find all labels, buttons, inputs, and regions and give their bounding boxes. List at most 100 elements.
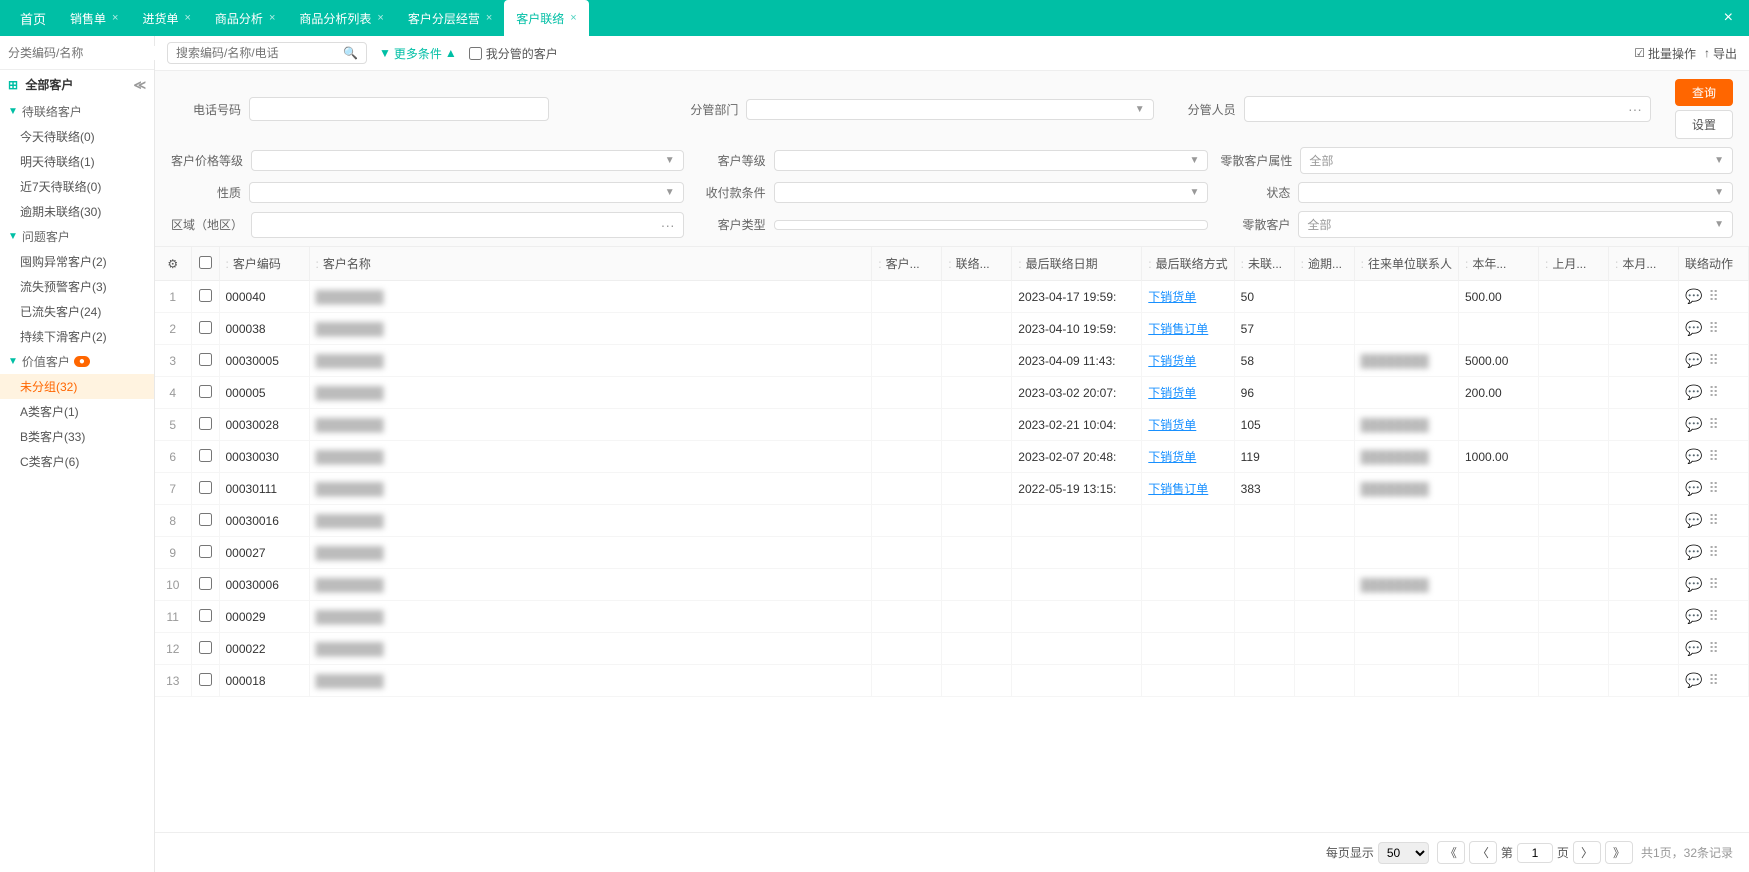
sidebar-collapse-btn[interactable]: ≪ (133, 78, 146, 92)
row-checkbox[interactable] (199, 385, 212, 398)
chat-icon[interactable]: 💬 (1685, 352, 1702, 369)
chat-icon[interactable]: 💬 (1685, 480, 1702, 497)
close-segmentation-tab[interactable]: × (486, 12, 492, 24)
sidebar-item-today[interactable]: 今天待联络(0) (0, 124, 154, 149)
cell-last-method[interactable] (1142, 537, 1234, 569)
sidebar-all-customers[interactable]: ⊞ 全部客户 ≪ (0, 70, 154, 99)
row-checkbox[interactable] (199, 609, 212, 622)
my-customers-checkbox[interactable] (469, 47, 482, 60)
cell-last-method[interactable] (1142, 505, 1234, 537)
cell-last-method[interactable]: 下销货单 (1142, 377, 1234, 409)
main-search-icon[interactable]: 🔍 (343, 46, 358, 60)
nav-tab-purchase[interactable]: 进货单 × (130, 0, 202, 36)
apps-icon[interactable]: ⠿ (1708, 480, 1718, 497)
th-code[interactable]: :客户编码 (219, 247, 309, 281)
th-action[interactable]: 联络动作 (1679, 247, 1749, 281)
th-type[interactable]: :客户... (872, 247, 942, 281)
th-this-month[interactable]: :本月... (1609, 247, 1679, 281)
sidebar-search-input[interactable] (8, 46, 163, 60)
cell-check[interactable] (191, 569, 219, 601)
reset-button[interactable]: 设置 (1675, 110, 1733, 139)
customer-level-select[interactable]: ▼ (774, 150, 1209, 171)
chat-icon[interactable]: 💬 (1685, 288, 1702, 305)
cell-check[interactable] (191, 377, 219, 409)
chat-icon[interactable]: 💬 (1685, 416, 1702, 433)
sidebar-item-ungrouped[interactable]: 未分组(32) (0, 374, 154, 399)
cell-last-method[interactable] (1142, 665, 1234, 697)
row-checkbox[interactable] (199, 545, 212, 558)
sidebar-section-value[interactable]: ▼ 价值客户 ● (0, 349, 154, 374)
close-analysis-list-tab[interactable]: × (377, 12, 383, 24)
close-analysis-tab[interactable]: × (269, 12, 275, 24)
apps-icon[interactable]: ⠿ (1708, 352, 1718, 369)
sidebar-item-class-c[interactable]: C类客户(6) (0, 449, 154, 474)
row-checkbox[interactable] (199, 513, 212, 526)
apps-icon[interactable]: ⠿ (1708, 384, 1718, 401)
cell-last-method[interactable] (1142, 601, 1234, 633)
th-checkbox[interactable] (191, 247, 219, 281)
apps-icon[interactable]: ⠿ (1708, 416, 1718, 433)
last-page-btn[interactable]: 》 (1605, 841, 1633, 864)
row-checkbox[interactable] (199, 481, 212, 494)
nav-home[interactable]: 首页 (8, 9, 58, 28)
apps-icon[interactable]: ⠿ (1708, 640, 1718, 657)
nav-tab-sales[interactable]: 销售单 × (58, 0, 130, 36)
th-this-year[interactable]: :本年... (1459, 247, 1539, 281)
chat-icon[interactable]: 💬 (1685, 448, 1702, 465)
th-overdue[interactable]: :逾期... (1294, 247, 1354, 281)
cell-check[interactable] (191, 601, 219, 633)
sidebar-section-problem[interactable]: ▼ 问题客户 (0, 224, 154, 249)
apps-icon[interactable]: ⠿ (1708, 608, 1718, 625)
sidebar-item-churned[interactable]: 已流失客户(24) (0, 299, 154, 324)
th-last-method[interactable]: :最后联络方式 (1142, 247, 1234, 281)
chat-icon[interactable]: 💬 (1685, 384, 1702, 401)
th-partner[interactable]: :往来单位联系人 (1354, 247, 1458, 281)
apps-icon[interactable]: ⠿ (1708, 288, 1718, 305)
close-sales-tab[interactable]: × (112, 12, 118, 24)
more-dots-icon[interactable]: ··· (1628, 101, 1642, 117)
export-btn[interactable]: ↑ 导出 (1704, 45, 1737, 62)
th-contact[interactable]: :联络... (942, 247, 1012, 281)
sidebar-item-class-b[interactable]: B类客户(33) (0, 424, 154, 449)
cell-check[interactable] (191, 665, 219, 697)
nav-tab-customer-segmentation[interactable]: 客户分层经营 × (396, 0, 504, 36)
page-number-input[interactable] (1517, 843, 1553, 863)
retail-customer-select[interactable]: 全部 ▼ (1298, 211, 1733, 238)
sidebar-item-overdue[interactable]: 逾期未联络(30) (0, 199, 154, 224)
sidebar-item-declining[interactable]: 持续下滑客户(2) (0, 324, 154, 349)
nav-tab-customer-contact[interactable]: 客户联络 × (504, 0, 588, 36)
apps-icon[interactable]: ⠿ (1708, 512, 1718, 529)
cell-check[interactable] (191, 473, 219, 505)
cell-check[interactable] (191, 313, 219, 345)
batch-operations-btn[interactable]: ☑ 批量操作 (1634, 45, 1696, 62)
next-page-btn[interactable]: 〉 (1573, 841, 1601, 864)
region-select[interactable]: ··· (251, 212, 684, 238)
apps-icon[interactable]: ⠿ (1708, 448, 1718, 465)
phone-input[interactable] (249, 97, 549, 121)
sidebar-section-pending[interactable]: ▼ 待联络客户 (0, 99, 154, 124)
more-dots-icon-2[interactable]: ··· (661, 217, 675, 233)
dept-select[interactable]: ▼ (746, 99, 1153, 120)
query-button[interactable]: 查询 (1675, 79, 1733, 106)
main-search-input[interactable] (176, 46, 343, 60)
row-checkbox[interactable] (199, 641, 212, 654)
cell-check[interactable] (191, 281, 219, 313)
cell-last-method[interactable]: 下销货单 (1142, 409, 1234, 441)
th-last-month[interactable]: :上月... (1539, 247, 1609, 281)
manager-select[interactable]: ··· (1244, 96, 1651, 122)
nav-tab-analysis-list[interactable]: 商品分析列表 × (287, 0, 395, 36)
apps-icon[interactable]: ⠿ (1708, 576, 1718, 593)
sidebar-item-7days[interactable]: 近7天待联络(0) (0, 174, 154, 199)
page-size-select[interactable]: 50 100 (1378, 842, 1429, 864)
cell-check[interactable] (191, 345, 219, 377)
row-checkbox[interactable] (199, 673, 212, 686)
th-last-date[interactable]: :最后联络日期 (1012, 247, 1142, 281)
chat-icon[interactable]: 💬 (1685, 608, 1702, 625)
window-close-btn[interactable]: × (1716, 9, 1741, 27)
retail-attr-select[interactable]: 全部 ▼ (1300, 147, 1733, 174)
row-checkbox[interactable] (199, 289, 212, 302)
prev-page-btn[interactable]: 〈 (1469, 841, 1497, 864)
first-page-btn[interactable]: 《 (1437, 841, 1465, 864)
row-checkbox[interactable] (199, 577, 212, 590)
close-purchase-tab[interactable]: × (184, 12, 190, 24)
